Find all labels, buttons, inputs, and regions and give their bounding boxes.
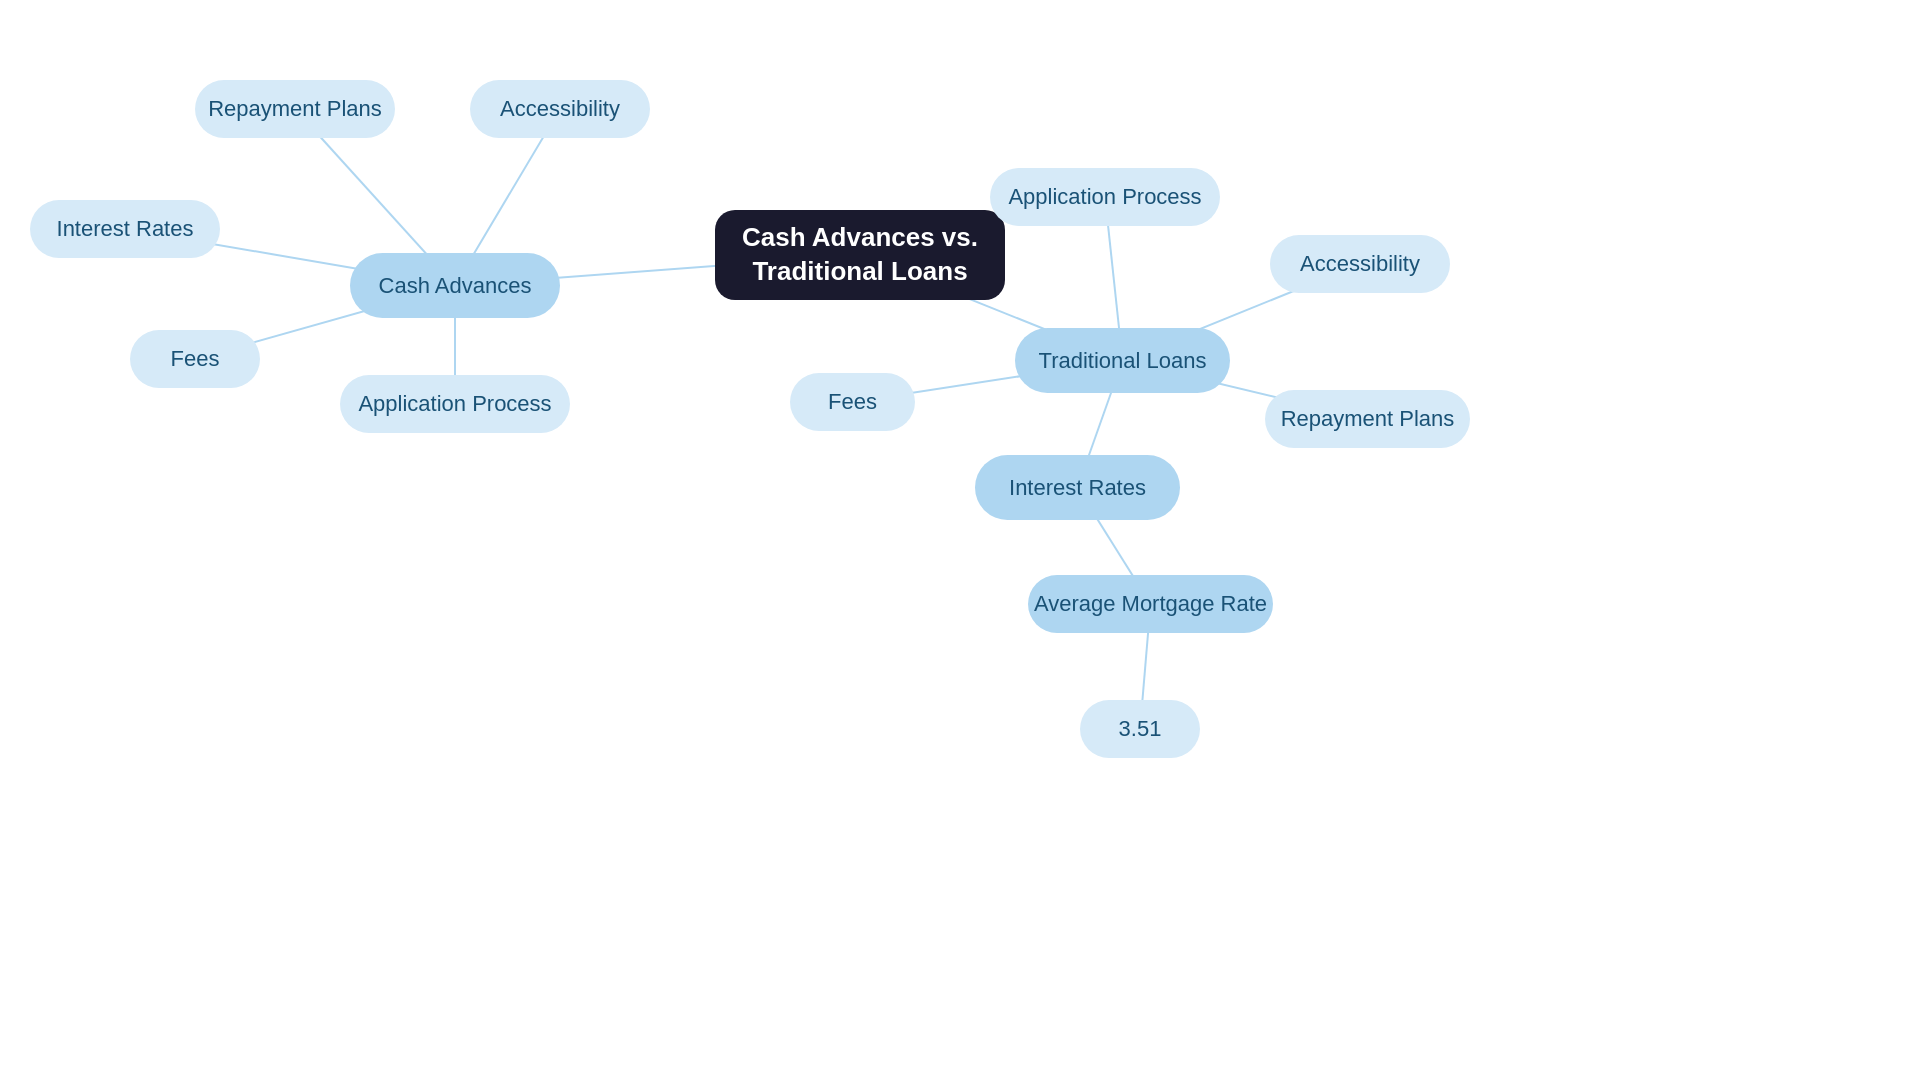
repayment-plans-left-node[interactable]: Repayment Plans: [195, 80, 395, 138]
fees-left-node[interactable]: Fees: [130, 330, 260, 388]
center-label: Cash Advances vs. Traditional Loans: [733, 221, 987, 289]
application-process-right-node[interactable]: Application Process: [990, 168, 1220, 226]
center-node[interactable]: Cash Advances vs. Traditional Loans: [715, 210, 1005, 300]
cash-advances-node[interactable]: Cash Advances: [350, 253, 560, 318]
fees-right-node[interactable]: Fees: [790, 373, 915, 431]
interest-rates-left-node[interactable]: Interest Rates: [30, 200, 220, 258]
accessibility-right-node[interactable]: Accessibility: [1270, 235, 1450, 293]
repayment-plans-right-node[interactable]: Repayment Plans: [1265, 390, 1470, 448]
traditional-loans-label: Traditional Loans: [1039, 348, 1207, 374]
average-mortgage-rate-node[interactable]: Average Mortgage Rate: [1028, 575, 1273, 633]
traditional-loans-node[interactable]: Traditional Loans: [1015, 328, 1230, 393]
value-351-node[interactable]: 3.51: [1080, 700, 1200, 758]
interest-rates-right-node[interactable]: Interest Rates: [975, 455, 1180, 520]
application-process-left-node[interactable]: Application Process: [340, 375, 570, 433]
cash-advances-label: Cash Advances: [379, 273, 532, 299]
accessibility-left-node[interactable]: Accessibility: [470, 80, 650, 138]
